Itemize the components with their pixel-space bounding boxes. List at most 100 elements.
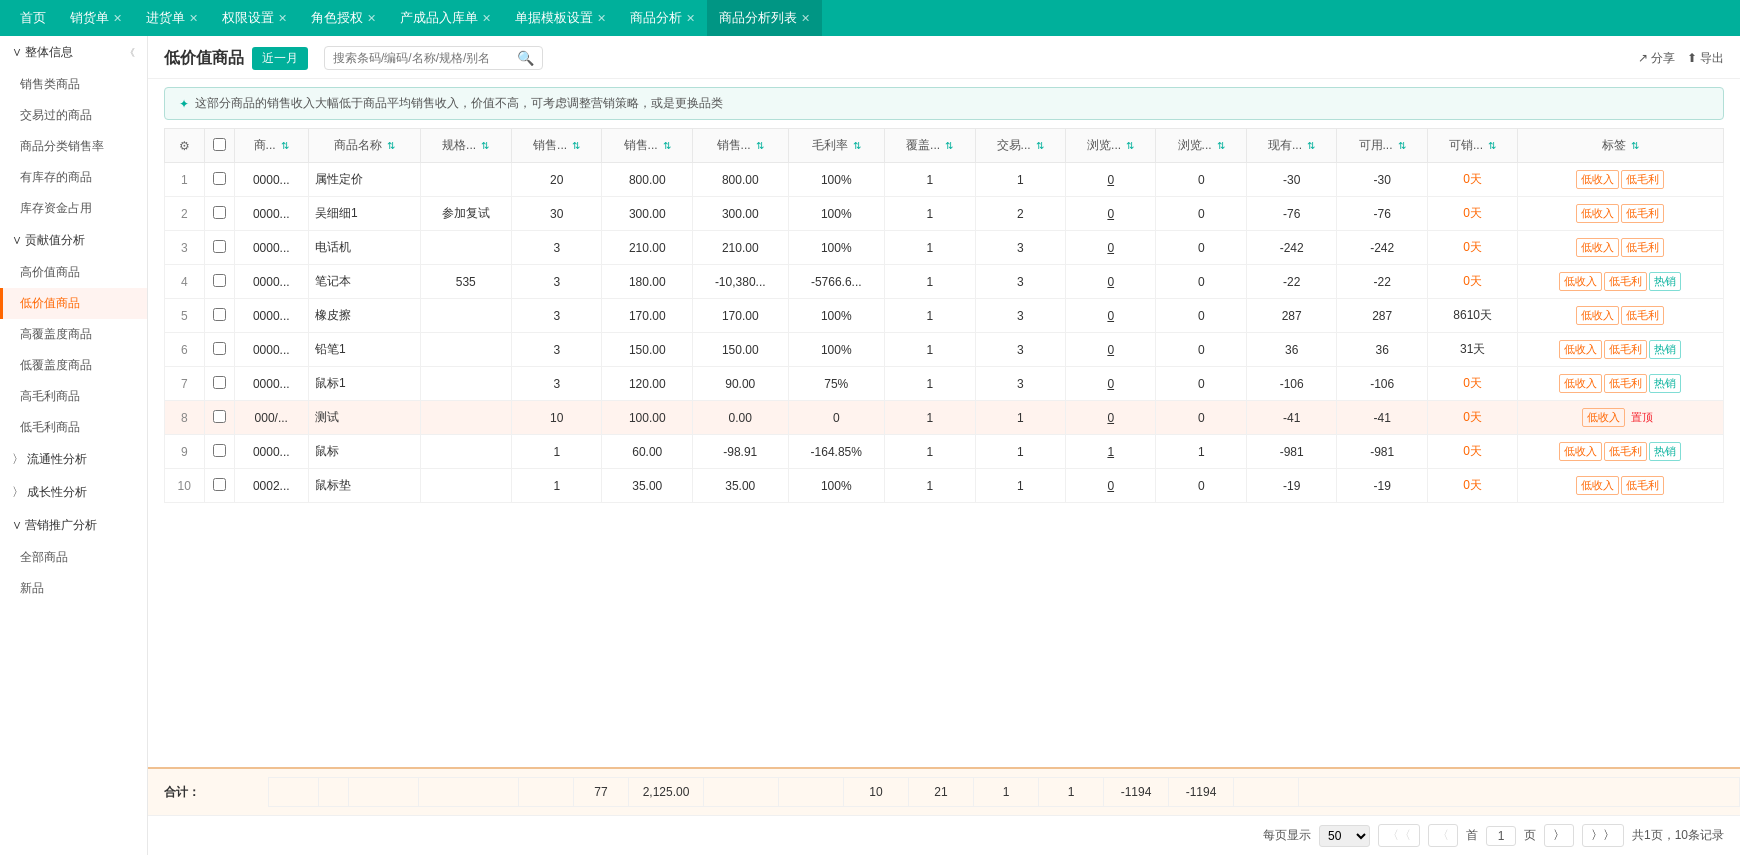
next-page-button[interactable]: 〉 [1544, 824, 1574, 847]
sidebar-item-low-coverage[interactable]: 低覆盖度商品 [0, 350, 147, 381]
select-all-checkbox[interactable] [213, 138, 226, 151]
sidebar-item-stock-products[interactable]: 有库存的商品 [0, 162, 147, 193]
col-sale-price[interactable]: 销售... ⇅ [602, 129, 692, 163]
sidebar-section-overall[interactable]: ∨ 整体信息 《 [0, 36, 147, 69]
table-container[interactable]: ⚙ 商... ⇅ 商品名称 ⇅ 规格... ⇅ 销售... ⇅ 销售... ⇅ … [148, 128, 1740, 767]
sidebar-section-marketing[interactable]: ∨ 营销推广分析 [0, 509, 147, 542]
nav-item-product-analysis-list[interactable]: 商品分析列表 ✕ [707, 0, 822, 36]
col-code[interactable]: 商... ⇅ [234, 129, 309, 163]
row-checkbox[interactable] [213, 274, 226, 287]
row-view2: 0 [1156, 333, 1246, 367]
row-checkbox[interactable] [213, 478, 226, 491]
row-checkbox-cell[interactable] [204, 401, 234, 435]
row-checkbox[interactable] [213, 206, 226, 219]
col-coverage[interactable]: 覆盖... ⇅ [885, 129, 975, 163]
nav-item-permissions[interactable]: 权限设置 ✕ [210, 0, 299, 36]
row-checkbox[interactable] [213, 308, 226, 321]
close-icon[interactable]: ✕ [482, 12, 491, 25]
row-spec [420, 231, 511, 265]
sidebar-item-traded-products[interactable]: 交易过的商品 [0, 100, 147, 131]
row-days: 0天 [1427, 197, 1517, 231]
col-tags[interactable]: 标签 ⇅ [1518, 129, 1724, 163]
row-code: 0000... [234, 333, 309, 367]
row-checkbox-cell[interactable] [204, 163, 234, 197]
row-checkbox[interactable] [213, 240, 226, 253]
search-input[interactable] [333, 51, 513, 65]
col-view2[interactable]: 浏览... ⇅ [1156, 129, 1246, 163]
close-icon[interactable]: ✕ [113, 12, 122, 25]
tag-badge: 低毛利 [1604, 442, 1647, 461]
col-transaction[interactable]: 交易... ⇅ [975, 129, 1065, 163]
row-available: -981 [1337, 435, 1427, 469]
row-checkbox[interactable] [213, 342, 226, 355]
col-margin[interactable]: 毛利率 ⇅ [788, 129, 885, 163]
nav-item-purchase[interactable]: 进货单 ✕ [134, 0, 210, 36]
sidebar-item-low-margin[interactable]: 低毛利商品 [0, 412, 147, 443]
sidebar-item-all-products[interactable]: 全部商品 [0, 542, 147, 573]
prev-page-button[interactable]: 〈 [1428, 824, 1458, 847]
row-number: 1 [165, 163, 205, 197]
sidebar-item-category-sales-rate[interactable]: 商品分类销售率 [0, 131, 147, 162]
row-checkbox-cell[interactable] [204, 333, 234, 367]
sidebar-section-contribution[interactable]: ∨ 贡献值分析 [0, 224, 147, 257]
row-transaction: 3 [975, 299, 1065, 333]
col-view1[interactable]: 浏览... ⇅ [1066, 129, 1156, 163]
close-icon[interactable]: ✕ [367, 12, 376, 25]
nav-item-product-analysis[interactable]: 商品分析 ✕ [618, 0, 707, 36]
nav-item-sales[interactable]: 销货单 ✕ [58, 0, 134, 36]
row-sale-qty: 10 [512, 401, 602, 435]
col-spec[interactable]: 规格... ⇅ [420, 129, 511, 163]
row-checkbox[interactable] [213, 444, 226, 457]
col-current[interactable]: 现有... ⇅ [1246, 129, 1336, 163]
col-name[interactable]: 商品名称 ⇅ [309, 129, 420, 163]
filter-button[interactable]: 近一月 [252, 47, 308, 70]
row-days: 0天 [1427, 435, 1517, 469]
col-sale-amount[interactable]: 销售... ⇅ [692, 129, 788, 163]
close-icon[interactable]: ✕ [597, 12, 606, 25]
close-icon[interactable]: ✕ [189, 12, 198, 25]
row-checkbox[interactable] [213, 410, 226, 423]
export-button[interactable]: ⬆ 导出 [1687, 50, 1724, 67]
row-view2: 0 [1156, 401, 1246, 435]
row-checkbox-cell[interactable] [204, 299, 234, 333]
sidebar-item-low-value[interactable]: 低价值商品 [0, 288, 147, 319]
row-code: 000/... [234, 401, 309, 435]
sidebar-item-high-coverage[interactable]: 高覆盖度商品 [0, 319, 147, 350]
nav-item-home[interactable]: 首页 [8, 0, 58, 36]
row-current: -30 [1246, 163, 1336, 197]
row-checkbox-cell[interactable] [204, 367, 234, 401]
row-checkbox-cell[interactable] [204, 197, 234, 231]
col-settings[interactable]: ⚙ [165, 129, 205, 163]
close-icon[interactable]: ✕ [686, 12, 695, 25]
share-button[interactable]: ↗ 分享 [1638, 50, 1675, 67]
last-page-button[interactable]: 〉〉 [1582, 824, 1624, 847]
sidebar-item-new-products[interactable]: 新品 [0, 573, 147, 604]
row-name: 属性定价 [309, 163, 420, 197]
col-checkbox[interactable] [204, 129, 234, 163]
nav-item-template-settings[interactable]: 单据模板设置 ✕ [503, 0, 618, 36]
sidebar-item-inventory-capital[interactable]: 库存资金占用 [0, 193, 147, 224]
sidebar-item-high-value[interactable]: 高价值商品 [0, 257, 147, 288]
row-checkbox-cell[interactable] [204, 231, 234, 265]
nav-item-role-auth[interactable]: 角色授权 ✕ [299, 0, 388, 36]
row-checkbox-cell[interactable] [204, 469, 234, 503]
nav-item-product-stock[interactable]: 产成品入库单 ✕ [388, 0, 503, 36]
sidebar-section-circulation[interactable]: 〉 流通性分析 [0, 443, 147, 476]
row-sale-price: 60.00 [602, 435, 692, 469]
content-header: 低价值商品 近一月 🔍 ↗ 分享 ⬆ 导出 [148, 36, 1740, 79]
row-checkbox[interactable] [213, 376, 226, 389]
per-page-select[interactable]: 50 20 100 [1319, 825, 1370, 847]
sidebar-item-high-margin[interactable]: 高毛利商品 [0, 381, 147, 412]
row-checkbox-cell[interactable] [204, 265, 234, 299]
col-available[interactable]: 可用... ⇅ [1337, 129, 1427, 163]
first-page-button[interactable]: 〈〈 [1378, 824, 1420, 847]
col-sellable[interactable]: 可销... ⇅ [1427, 129, 1517, 163]
sidebar-section-growth[interactable]: 〉 成长性分析 [0, 476, 147, 509]
row-checkbox-cell[interactable] [204, 435, 234, 469]
sidebar-item-sales-products[interactable]: 销售类商品 [0, 69, 147, 100]
close-icon[interactable]: ✕ [278, 12, 287, 25]
row-sale-qty: 3 [512, 231, 602, 265]
row-checkbox[interactable] [213, 172, 226, 185]
col-sale-qty[interactable]: 销售... ⇅ [512, 129, 602, 163]
close-icon[interactable]: ✕ [801, 12, 810, 25]
